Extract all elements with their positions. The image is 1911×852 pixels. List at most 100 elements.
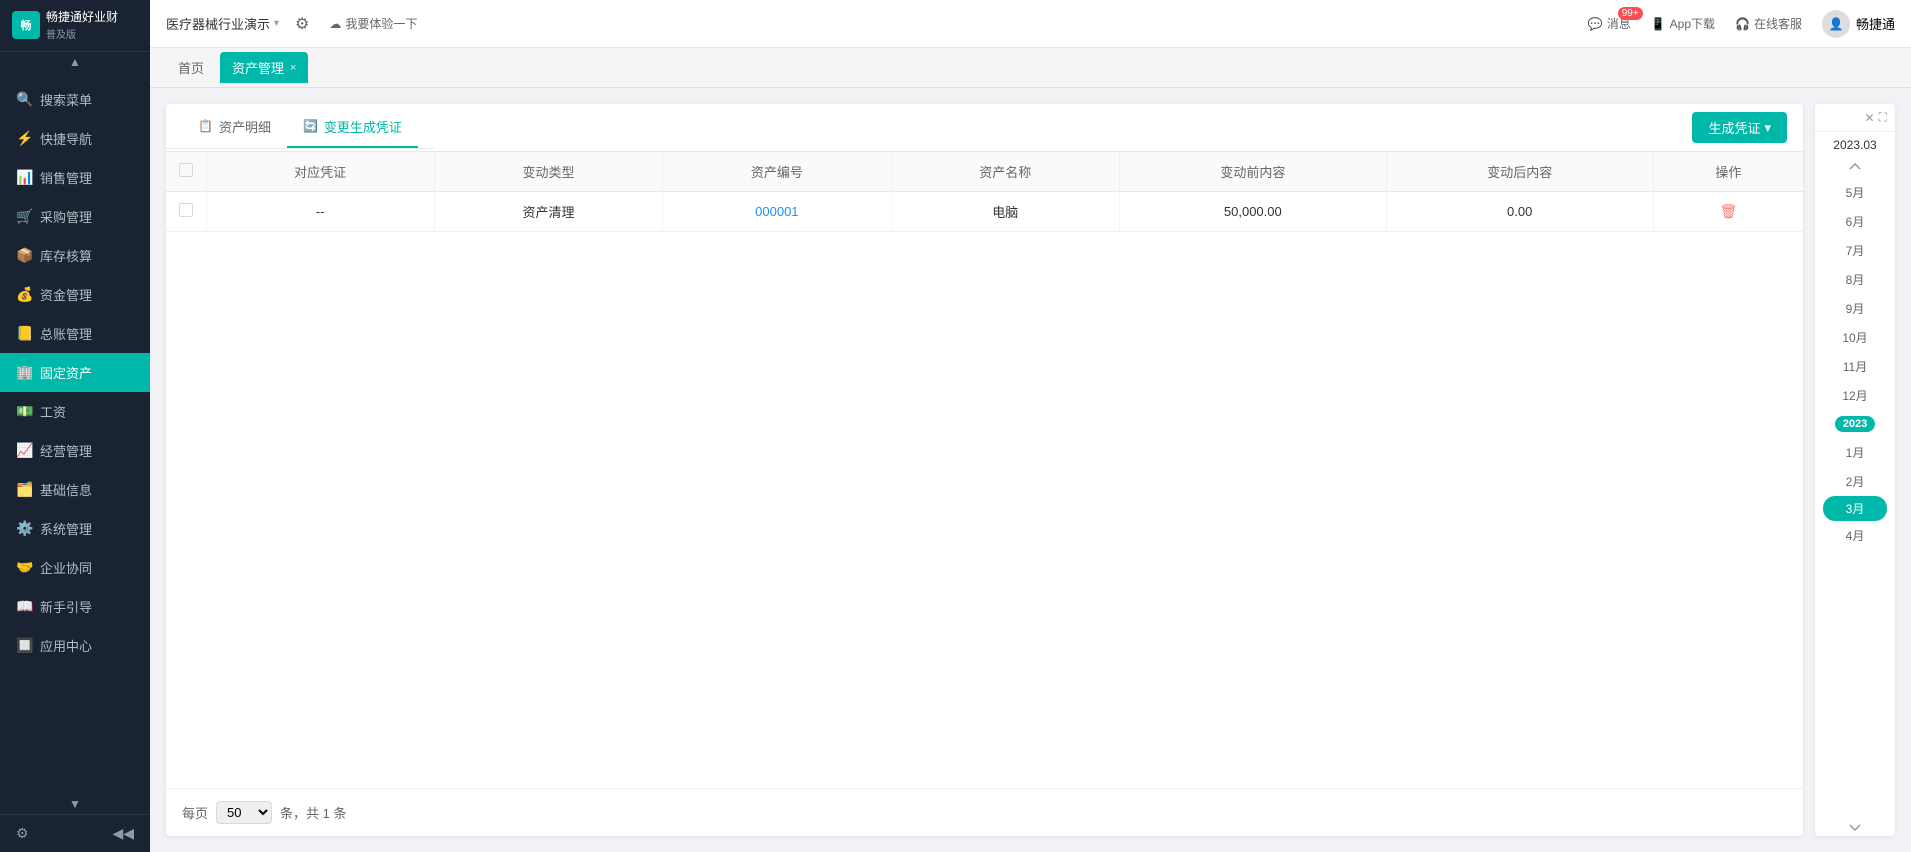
sidebar-item-sales[interactable]: 📊 销售管理: [0, 158, 150, 197]
logo-subtitle: 普及版: [46, 26, 118, 41]
search-icon: 🔍: [16, 91, 32, 108]
date-panel-close-icon[interactable]: ✕: [1865, 111, 1875, 125]
tab-home-label: 首页: [178, 61, 204, 76]
sidebar-item-system[interactable]: ⚙️ 系统管理: [0, 509, 150, 548]
year-2023-label: 2023: [1815, 410, 1895, 438]
basic-icon: 🗂️: [16, 481, 32, 498]
sidebar-item-purchase[interactable]: 🛒 采购管理: [0, 197, 150, 236]
appstore-icon: 🔲: [16, 637, 32, 654]
col-header-before: 变动前内容: [1119, 152, 1386, 192]
sidebar-item-guide[interactable]: 📖 新手引导: [0, 587, 150, 626]
sidebar-item-label: 销售管理: [40, 168, 92, 187]
tab-active-label: 资产管理: [232, 58, 284, 77]
logo-icon: 畅: [12, 11, 40, 39]
sidebar-item-payroll[interactable]: 💵 工资: [0, 392, 150, 431]
date-item-2023-3[interactable]: 3月: [1823, 496, 1887, 521]
generate-voucher-button[interactable]: 生成凭证 ▾: [1692, 112, 1787, 143]
per-page-select[interactable]: 50 10 20 100: [216, 801, 272, 824]
sidebar-item-label: 企业协同: [40, 558, 92, 577]
tab-home[interactable]: 首页: [166, 52, 216, 83]
sidebar-item-capital[interactable]: 💰 资金管理: [0, 275, 150, 314]
sidebar-item-label: 工资: [40, 402, 66, 421]
date-panel-expand-icon[interactable]: ⛶: [1879, 110, 1887, 125]
sidebar-item-operation[interactable]: 📈 经营管理: [0, 431, 150, 470]
collapse-sidebar-icon[interactable]: ◀◀: [112, 825, 134, 842]
sidebar-scroll-up[interactable]: ▲: [69, 55, 81, 69]
tab-asset-management[interactable]: 资产管理 ×: [220, 52, 308, 83]
date-scroll-down-btn[interactable]: [1815, 820, 1895, 836]
cloud-icon: ☁: [329, 17, 341, 31]
online-support-button[interactable]: 🎧 在线客服: [1735, 15, 1802, 32]
sidebar-item-ledger[interactable]: 📒 总账管理: [0, 314, 150, 353]
select-all-checkbox[interactable]: [179, 163, 193, 177]
date-item-10[interactable]: 10月: [1815, 323, 1895, 352]
total-label: 条，共 1 条: [280, 803, 346, 822]
sidebar-item-basic[interactable]: 🗂️ 基础信息: [0, 470, 150, 509]
sidebar-item-label: 资金管理: [40, 285, 92, 304]
sidebar-scroll-down[interactable]: ▼: [69, 797, 81, 811]
user-menu[interactable]: 👤 畅捷通: [1822, 10, 1895, 38]
company-selector[interactable]: 医疗器械行业演示 ▾: [166, 14, 279, 33]
quicknav-icon: ⚡: [16, 130, 32, 147]
date-item-8[interactable]: 8月: [1815, 265, 1895, 294]
sidebar-item-label: 搜索菜单: [40, 90, 92, 109]
sidebar-item-label: 采购管理: [40, 207, 92, 226]
date-scroll-up-btn[interactable]: [1815, 158, 1895, 174]
row-checkbox[interactable]: [179, 203, 193, 217]
sidebar-nav: 🔍 搜索菜单 ⚡ 快捷导航 📊 销售管理 🛒 采购管理 📦 库存核算 💰 资金管…: [0, 72, 150, 794]
cell-voucher: --: [206, 192, 434, 232]
date-item-2023-4[interactable]: 4月: [1815, 521, 1895, 550]
subtabs-row: 📋 资产明细 🔄 变更生成凭证 生成凭证 ▾: [166, 104, 1803, 152]
app-download-button[interactable]: 📱 App下载: [1651, 15, 1715, 32]
delete-row-icon[interactable]: 🗑: [1719, 203, 1737, 219]
sidebar-item-collab[interactable]: 🤝 企业协同: [0, 548, 150, 587]
date-item-6[interactable]: 6月: [1815, 207, 1895, 236]
date-item-2023-1[interactable]: 1月: [1815, 438, 1895, 467]
logo-title: 畅捷通好业财: [46, 10, 118, 26]
main-area: 医疗器械行业演示 ▾ ⚙ ☁ 我要体验一下 💬 消息 99+ 📱 App下载 🎧…: [150, 0, 1911, 852]
col-header-asset-no: 资产编号: [663, 152, 891, 192]
date-list: 5月 6月 7月 8月 9月 10月 11月 12月 2023 1月 2月 3月…: [1815, 174, 1895, 820]
online-support-label: 在线客服: [1754, 15, 1802, 32]
year-badge: 2023: [1835, 416, 1875, 432]
date-item-11[interactable]: 11月: [1815, 352, 1895, 381]
ledger-icon: 📒: [16, 325, 32, 342]
sidebar-item-inventory[interactable]: 📦 库存核算: [0, 236, 150, 275]
sidebar-item-label: 系统管理: [40, 519, 92, 538]
table-header-checkbox: [166, 152, 206, 192]
main-card: 📋 资产明细 🔄 变更生成凭证 生成凭证 ▾: [166, 104, 1803, 836]
tab-close-icon[interactable]: ×: [290, 62, 296, 74]
subtab-generate-voucher-label: 变更生成凭证: [324, 117, 402, 136]
topbar: 医疗器械行业演示 ▾ ⚙ ☁ 我要体验一下 💬 消息 99+ 📱 App下载 🎧…: [150, 0, 1911, 48]
collab-icon: 🤝: [16, 559, 32, 576]
message-button[interactable]: 💬 消息 99+: [1588, 15, 1631, 32]
topbar-settings-icon[interactable]: ⚙: [295, 14, 309, 34]
sidebar-item-search[interactable]: 🔍 搜索菜单: [0, 80, 150, 119]
date-item-12[interactable]: 12月: [1815, 381, 1895, 410]
sidebar-item-label: 总账管理: [40, 324, 92, 343]
subtab-asset-detail[interactable]: 📋 资产明细: [182, 107, 287, 148]
col-header-after: 变动后内容: [1386, 152, 1653, 192]
generate-voucher-icon: 🔄: [303, 119, 318, 133]
sidebar-item-label: 快捷导航: [40, 129, 92, 148]
inventory-icon: 📦: [16, 247, 32, 264]
date-item-9[interactable]: 9月: [1815, 294, 1895, 323]
payroll-icon: 💵: [16, 403, 32, 420]
cell-change-type: 资产清理: [434, 192, 662, 232]
sidebar-bottom: ⚙ ◀◀: [0, 814, 150, 852]
app-download-icon: 📱: [1651, 17, 1666, 31]
experience-button[interactable]: ☁ 我要体验一下: [329, 15, 417, 32]
date-item-5[interactable]: 5月: [1815, 178, 1895, 207]
date-item-2023-2[interactable]: 2月: [1815, 467, 1895, 496]
fixed-icon: 🏢: [16, 364, 32, 381]
settings-bottom-icon[interactable]: ⚙: [16, 825, 29, 842]
avatar: 👤: [1822, 10, 1850, 38]
subtab-generate-voucher[interactable]: 🔄 变更生成凭证: [287, 107, 418, 148]
col-header-action: 操作: [1653, 152, 1803, 192]
sidebar-item-appstore[interactable]: 🔲 应用中心: [0, 626, 150, 665]
sidebar-item-quicknav[interactable]: ⚡ 快捷导航: [0, 119, 150, 158]
col-header-change-type: 变动类型: [434, 152, 662, 192]
sidebar-item-fixed[interactable]: 🏢 固定资产: [0, 353, 150, 392]
purchase-icon: 🛒: [16, 208, 32, 225]
date-item-7[interactable]: 7月: [1815, 236, 1895, 265]
